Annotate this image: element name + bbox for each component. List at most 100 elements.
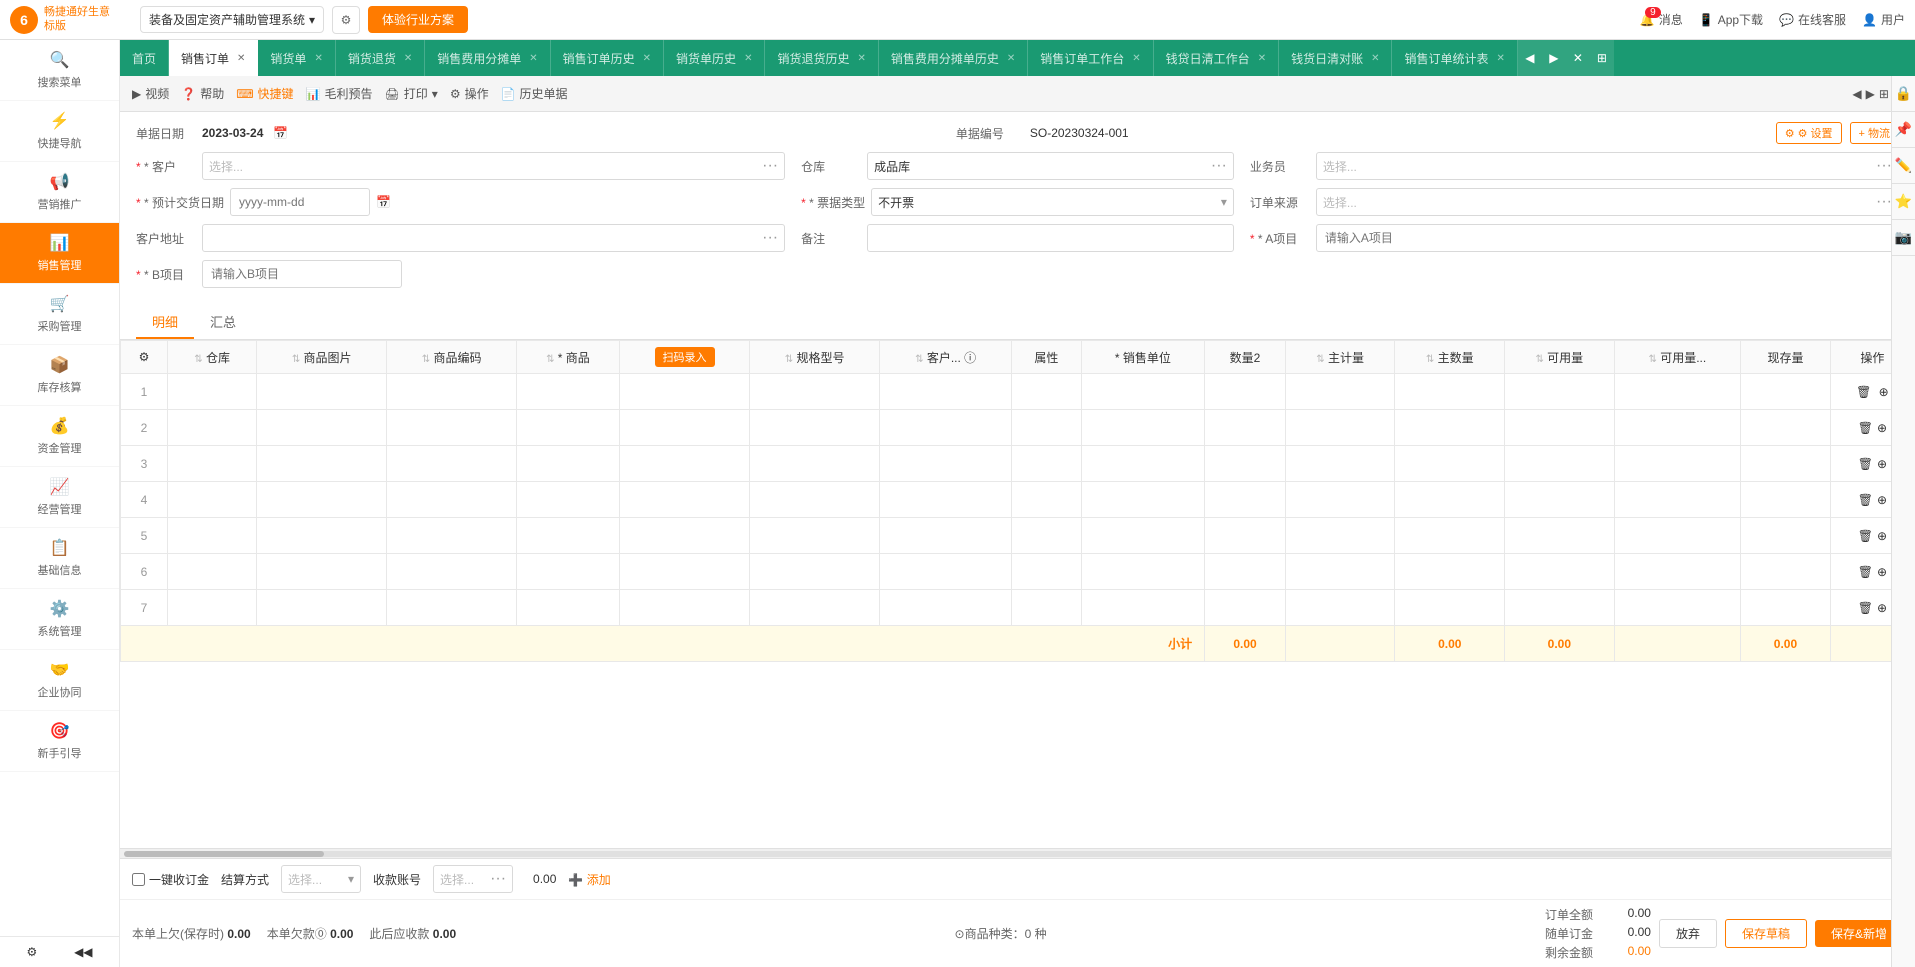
online-service-button[interactable]: 💬 在线客服 [1779,11,1846,28]
toolbar-video[interactable]: ▶ 视频 [132,85,169,102]
tab-close-icon-9[interactable]: ✕ [1132,53,1140,64]
toolbar-grid-view[interactable]: ⊞ [1879,87,1889,101]
b-project-input[interactable] [202,260,402,288]
row-copy-icon[interactable]: ⊕ [1877,457,1887,471]
tab-return-history[interactable]: 销货退货历史 ✕ [765,40,878,76]
sidebar-item-enterprise[interactable]: 🤝 企业协同 [0,650,119,711]
industry-btn[interactable]: 体验行业方案 [368,6,468,33]
toolbar-next[interactable]: ▶ [1866,87,1875,101]
sidebar-item-basic-info[interactable]: 📋 基础信息 [0,528,119,589]
right-icon-edit[interactable]: ✏️ [1892,148,1915,184]
settings-panel-btn[interactable]: ⚙ ⚙ 设置 [1776,122,1842,144]
sidebar-item-guide[interactable]: 🎯 新手引导 [0,711,119,772]
sidebar-item-sales[interactable]: 📊 销售管理 [0,223,119,284]
tab-detail[interactable]: 明细 [136,306,194,339]
right-icon-lock[interactable]: 🔒 [1892,76,1915,112]
staff-input[interactable]: 选择... ··· [1316,152,1899,180]
one-click-checkbox[interactable] [132,873,145,886]
tab-home[interactable]: 首页 [120,40,169,76]
calendar-icon[interactable]: 📅 [273,126,288,140]
discard-button[interactable]: 放弃 [1659,919,1717,948]
a-project-input[interactable] [1316,224,1899,252]
row-copy-icon[interactable]: ⊕ [1877,493,1887,507]
th-warehouse[interactable]: ⇅ 仓库 [167,341,256,374]
th-available[interactable]: ⇅ 可用量 [1505,341,1615,374]
warehouse-input[interactable]: 成品库 ··· [867,152,1234,180]
tab-summary[interactable]: 汇总 [194,306,252,339]
row-copy-icon[interactable]: ⊕ [1877,601,1887,615]
row-delete-icon[interactable]: 🗑 [1858,529,1873,543]
sidebar-collapse-icon[interactable]: ◀◀ [74,945,92,959]
save-new-button[interactable]: 保存&新增 [1815,920,1903,947]
sidebar-item-finance[interactable]: 💰 资金管理 [0,406,119,467]
sidebar-item-inventory[interactable]: 📦 库存核算 [0,345,119,406]
tab-close-icon-7[interactable]: ✕ [857,53,865,64]
sidebar-settings-icon[interactable]: ⚙ [26,945,37,959]
toolbar-operations[interactable]: ⚙ 操作 [450,85,489,102]
th-scan[interactable]: 扫码录入 [619,341,749,374]
tab-reconcile[interactable]: 钱货日清对账 ✕ [1279,40,1392,76]
th-image[interactable]: ⇅ 商品图片 [257,341,387,374]
th-settings[interactable]: ⚙ [121,341,168,374]
row-copy-icon[interactable]: ⊕ [1877,565,1887,579]
th-product[interactable]: ⇅ * 商品 [517,341,620,374]
add-payment-btn[interactable]: ➕ 添加 [568,871,610,888]
tab-close-all[interactable]: ✕ [1566,40,1590,76]
th-code[interactable]: ⇅ 商品编码 [387,341,517,374]
sidebar-item-search[interactable]: 🔍 搜索菜单 [0,40,119,101]
tab-order-history[interactable]: 销售订单历史 ✕ [551,40,664,76]
staff-dots-icon[interactable]: ··· [1876,157,1892,175]
tab-expand[interactable]: ⊞ [1590,40,1614,76]
th-unit[interactable]: * 销售单位 [1081,341,1205,374]
address-input[interactable]: ··· [202,224,785,252]
tab-sales-order[interactable]: 销售订单 ✕ [169,40,258,76]
scrollbar-thumb[interactable] [124,851,324,857]
toolbar-prev[interactable]: ◀ [1852,87,1861,101]
tab-close-icon-12[interactable]: ✕ [1497,53,1505,64]
row-delete-icon[interactable]: 🗑 [1858,457,1873,471]
settings-gear-button[interactable]: ⚙ [332,6,360,34]
system-name-dropdown[interactable]: 装备及固定资产辅助管理系统 ▾ [140,6,324,33]
tab-close-icon-3[interactable]: ✕ [404,53,412,64]
row-delete-icon[interactable]: 🗑 [1858,421,1873,435]
toolbar-history[interactable]: 📄 历史单据 [501,85,568,102]
th-customer-code[interactable]: ⇅ 客户... ⓘ [880,341,1012,374]
address-dots-icon[interactable]: ··· [762,229,778,247]
tab-workbench[interactable]: 销售订单工作台 ✕ [1028,40,1153,76]
customer-dots-icon[interactable]: ··· [762,157,778,175]
app-download-button[interactable]: 📱 App下载 [1699,11,1763,28]
tab-close-icon-2[interactable]: ✕ [314,53,322,64]
tab-close-icon[interactable]: ✕ [237,53,245,64]
tab-slip-history[interactable]: 销货单历史 ✕ [664,40,765,76]
tab-expense-split[interactable]: 销售费用分摊单 ✕ [425,40,550,76]
toolbar-help[interactable]: ❓ 帮助 [181,85,224,102]
row-copy-icon[interactable]: ⊕ [1877,421,1887,435]
tab-close-icon-5[interactable]: ✕ [643,53,651,64]
payment-method-select[interactable]: 选择... ▾ [281,865,361,893]
th-main-qty[interactable]: ⇅ 主数量 [1395,341,1505,374]
th-available2[interactable]: ⇅ 可用量... [1614,341,1741,374]
customer-input[interactable]: 选择... ··· [202,152,785,180]
tab-close-icon-10[interactable]: ✕ [1258,53,1266,64]
right-icon-pin[interactable]: 📌 [1892,112,1915,148]
user-avatar-button[interactable]: 👤 用户 [1862,11,1905,28]
tab-daily-clear[interactable]: 钱贷日清工作台 ✕ [1154,40,1279,76]
horizontal-scrollbar[interactable] [120,848,1915,858]
tab-close-icon-11[interactable]: ✕ [1371,53,1379,64]
tab-close-icon-6[interactable]: ✕ [744,53,752,64]
message-button[interactable]: 🔔 9 消息 [1640,11,1683,28]
tab-nav-right[interactable]: ▶ [1542,40,1566,76]
row-copy-icon[interactable]: ⊕ [1879,385,1889,399]
ticket-select[interactable]: 不开票 ▾ [871,188,1234,216]
tab-nav-left[interactable]: ◀ [1518,40,1542,76]
right-icon-star[interactable]: ⭐ [1892,184,1915,220]
th-spec[interactable]: ⇅ 规格型号 [750,341,880,374]
tab-sales-slip[interactable]: 销货单 ✕ [258,40,335,76]
scan-btn[interactable]: 扫码录入 [655,347,715,367]
order-source-dots-icon[interactable]: ··· [1876,193,1892,211]
toolbar-profit[interactable]: 📊 毛利预告 [306,85,373,102]
right-icon-camera[interactable]: 📷 [1892,220,1915,256]
sidebar-item-system[interactable]: ⚙️ 系统管理 [0,589,119,650]
tab-close-icon-4[interactable]: ✕ [529,53,537,64]
row-copy-icon[interactable]: ⊕ [1877,529,1887,543]
